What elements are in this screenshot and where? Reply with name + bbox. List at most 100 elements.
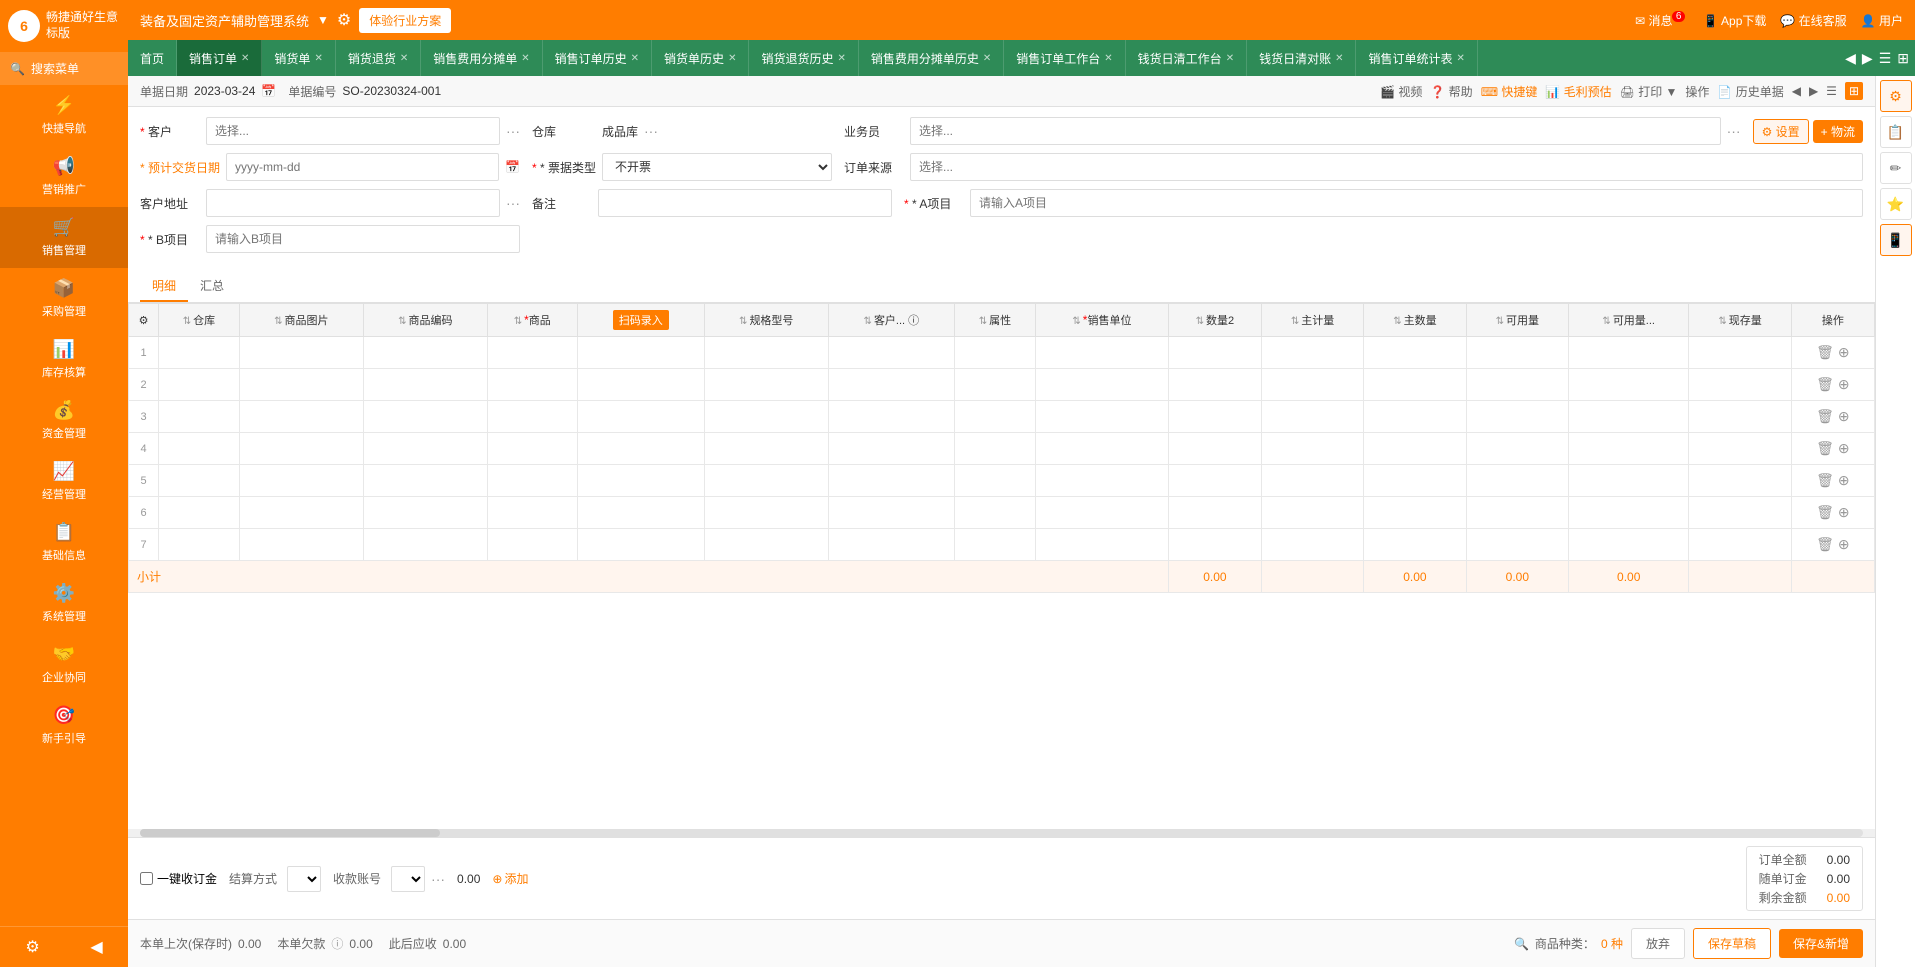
- settings-btn[interactable]: ⚙: [337, 10, 351, 30]
- row-1-unit[interactable]: [1035, 337, 1168, 369]
- b-project-input[interactable]: [206, 225, 520, 253]
- col-qty2[interactable]: ⇅数量2: [1168, 304, 1261, 337]
- scrollbar-thumb[interactable]: [140, 829, 440, 837]
- date-value[interactable]: 2023-03-24: [194, 84, 255, 98]
- message-area[interactable]: ✉ 消息 6: [1635, 12, 1689, 29]
- invoice-type-select[interactable]: 不开票: [602, 153, 832, 181]
- warehouse-more-btn[interactable]: ···: [644, 123, 658, 139]
- sales-invoice-history-tab-close[interactable]: ✕: [728, 53, 736, 64]
- cash-workspace-tab-close[interactable]: ✕: [1226, 53, 1234, 64]
- row-2-main-qty[interactable]: [1364, 369, 1466, 401]
- tab-sales-expense-history[interactable]: 销售费用分摊单历史 ✕: [859, 40, 1004, 76]
- col-main-unit[interactable]: ⇅主计量: [1261, 304, 1363, 337]
- row-1-goods[interactable]: [487, 337, 577, 369]
- row-1-customer-code[interactable]: [828, 337, 954, 369]
- row-1-spec[interactable]: [704, 337, 828, 369]
- help-action[interactable]: ❓ 帮助: [1430, 83, 1472, 100]
- payment-select[interactable]: [287, 866, 321, 892]
- save-new-button[interactable]: 保存&新增: [1779, 929, 1863, 958]
- sales-expense-tab-close[interactable]: ✕: [521, 53, 529, 64]
- settings-btn-right[interactable]: ⚙ 设置: [1753, 119, 1809, 144]
- tab-home[interactable]: 首页: [128, 40, 177, 76]
- col-available[interactable]: ⇅可用量: [1466, 304, 1568, 337]
- one-click-deposit-input[interactable]: [140, 872, 153, 885]
- sales-order-workspace-tab-close[interactable]: ✕: [1104, 53, 1112, 64]
- sales-order-history-tab-close[interactable]: ✕: [631, 53, 639, 64]
- right-panel-settings-btn[interactable]: ⚙: [1880, 80, 1912, 112]
- one-click-deposit-checkbox[interactable]: 一键收订金: [140, 870, 217, 887]
- sidebar-item-operation[interactable]: 📈 经营管理: [0, 451, 128, 512]
- prev-record-btn[interactable]: ◀: [1792, 84, 1801, 98]
- tab-sales-return-history[interactable]: 销货退货历史 ✕: [749, 40, 858, 76]
- goods-count-value[interactable]: 0 种: [1601, 935, 1623, 952]
- row-4-copy-btn[interactable]: ⊕: [1838, 440, 1850, 457]
- tabs-next-arrow[interactable]: ▶: [1860, 48, 1875, 69]
- col-attr[interactable]: ⇅属性: [955, 304, 1036, 337]
- account-more-btn[interactable]: ···: [431, 871, 445, 887]
- sidebar-item-basic[interactable]: 📋 基础信息: [0, 512, 128, 573]
- right-panel-clipboard-btn[interactable]: 📋: [1880, 116, 1912, 148]
- operation-action[interactable]: 操作: [1685, 83, 1709, 100]
- row-4-delete-btn[interactable]: 🗑: [1816, 440, 1834, 457]
- a-project-input[interactable]: [970, 189, 1863, 217]
- tab-sales-order-history[interactable]: 销售订单历史 ✕: [543, 40, 652, 76]
- salesperson-input[interactable]: [910, 117, 1721, 145]
- discard-button[interactable]: 放弃: [1631, 928, 1685, 959]
- tabs-menu-btn[interactable]: ☰: [1877, 48, 1894, 69]
- sidebar-item-inventory[interactable]: 📊 库存核算: [0, 329, 128, 390]
- search-menu-item[interactable]: 🔍 搜索菜单: [0, 52, 128, 85]
- sidebar-item-enterprise[interactable]: 🤝 企业协同: [0, 634, 128, 695]
- customer-input[interactable]: [206, 117, 500, 145]
- history-action[interactable]: 📄 历史单据: [1717, 83, 1783, 100]
- row-1-delete-btn[interactable]: 🗑: [1816, 344, 1834, 361]
- col-available2[interactable]: ⇅可用量...: [1569, 304, 1689, 337]
- online-service-btn[interactable]: 💬 在线客服: [1780, 12, 1846, 29]
- customer-more-btn[interactable]: ···: [506, 123, 520, 139]
- row-2-warehouse[interactable]: [159, 369, 240, 401]
- app-download-btn[interactable]: 📱 App下载: [1703, 12, 1766, 29]
- calendar-icon[interactable]: 📅: [261, 84, 276, 98]
- sidebar-item-sales[interactable]: 🛒 销售管理: [0, 207, 128, 268]
- row-2-spec[interactable]: [704, 369, 828, 401]
- row-2-delete-btn[interactable]: 🗑: [1816, 376, 1834, 393]
- table-scrollbar[interactable]: [128, 829, 1875, 837]
- row-7-delete-btn[interactable]: 🗑: [1816, 536, 1834, 553]
- col-unit[interactable]: ⇅*销售单位: [1035, 304, 1168, 337]
- delivery-date-input[interactable]: [226, 153, 499, 181]
- customer-addr-more-btn[interactable]: ···: [506, 195, 520, 211]
- row-1-main-qty[interactable]: [1364, 337, 1466, 369]
- sales-order-tab-close[interactable]: ✕: [241, 53, 249, 64]
- row-2-copy-btn[interactable]: ⊕: [1838, 376, 1850, 393]
- form-view-btn[interactable]: ⊞: [1845, 82, 1863, 100]
- tab-sales-expense[interactable]: 销售费用分摊单 ✕: [421, 40, 542, 76]
- row-1-code[interactable]: [363, 337, 487, 369]
- sidebar-item-system[interactable]: ⚙️ 系统管理: [0, 573, 128, 634]
- next-record-btn[interactable]: ▶: [1809, 84, 1818, 98]
- col-main-qty[interactable]: ⇅主数量: [1364, 304, 1466, 337]
- add-goods-btn[interactable]: + 物流: [1813, 120, 1863, 143]
- video-action[interactable]: 🎬 视频: [1380, 83, 1422, 100]
- row-5-copy-btn[interactable]: ⊕: [1838, 472, 1850, 489]
- row-5-delete-btn[interactable]: 🗑: [1816, 472, 1834, 489]
- sidebar-collapse-btn[interactable]: ◀: [90, 937, 102, 957]
- col-scan[interactable]: 扫码录入: [577, 304, 704, 337]
- sidebar-settings-btn[interactable]: ⚙: [25, 937, 39, 957]
- add-deposit-btn[interactable]: ⊕ 添加: [492, 870, 528, 887]
- order-source-input[interactable]: [910, 153, 1863, 181]
- print-action[interactable]: 🖨 打印 ▼: [1620, 83, 1678, 100]
- scan-btn[interactable]: 扫码录入: [613, 310, 669, 330]
- row-2-qty2[interactable]: [1168, 369, 1261, 401]
- sales-invoice-tab-close[interactable]: ✕: [314, 53, 322, 64]
- row-1-warehouse[interactable]: [159, 337, 240, 369]
- row-3-copy-btn[interactable]: ⊕: [1838, 408, 1850, 425]
- row-2-attr[interactable]: [955, 369, 1036, 401]
- sales-expense-history-tab-close[interactable]: ✕: [983, 53, 991, 64]
- col-spec[interactable]: ⇅规格型号: [704, 304, 828, 337]
- tab-detail[interactable]: 明细: [140, 271, 188, 302]
- tab-sales-return[interactable]: 销货退货 ✕: [336, 40, 421, 76]
- tab-cash-workspace[interactable]: 钱货日清工作台 ✕: [1126, 40, 1247, 76]
- row-3-delete-btn[interactable]: 🗑: [1816, 408, 1834, 425]
- right-panel-star-btn[interactable]: ⭐: [1880, 188, 1912, 220]
- sidebar-item-marketing[interactable]: 📢 营销推广: [0, 146, 128, 207]
- tab-summary[interactable]: 汇总: [188, 271, 236, 302]
